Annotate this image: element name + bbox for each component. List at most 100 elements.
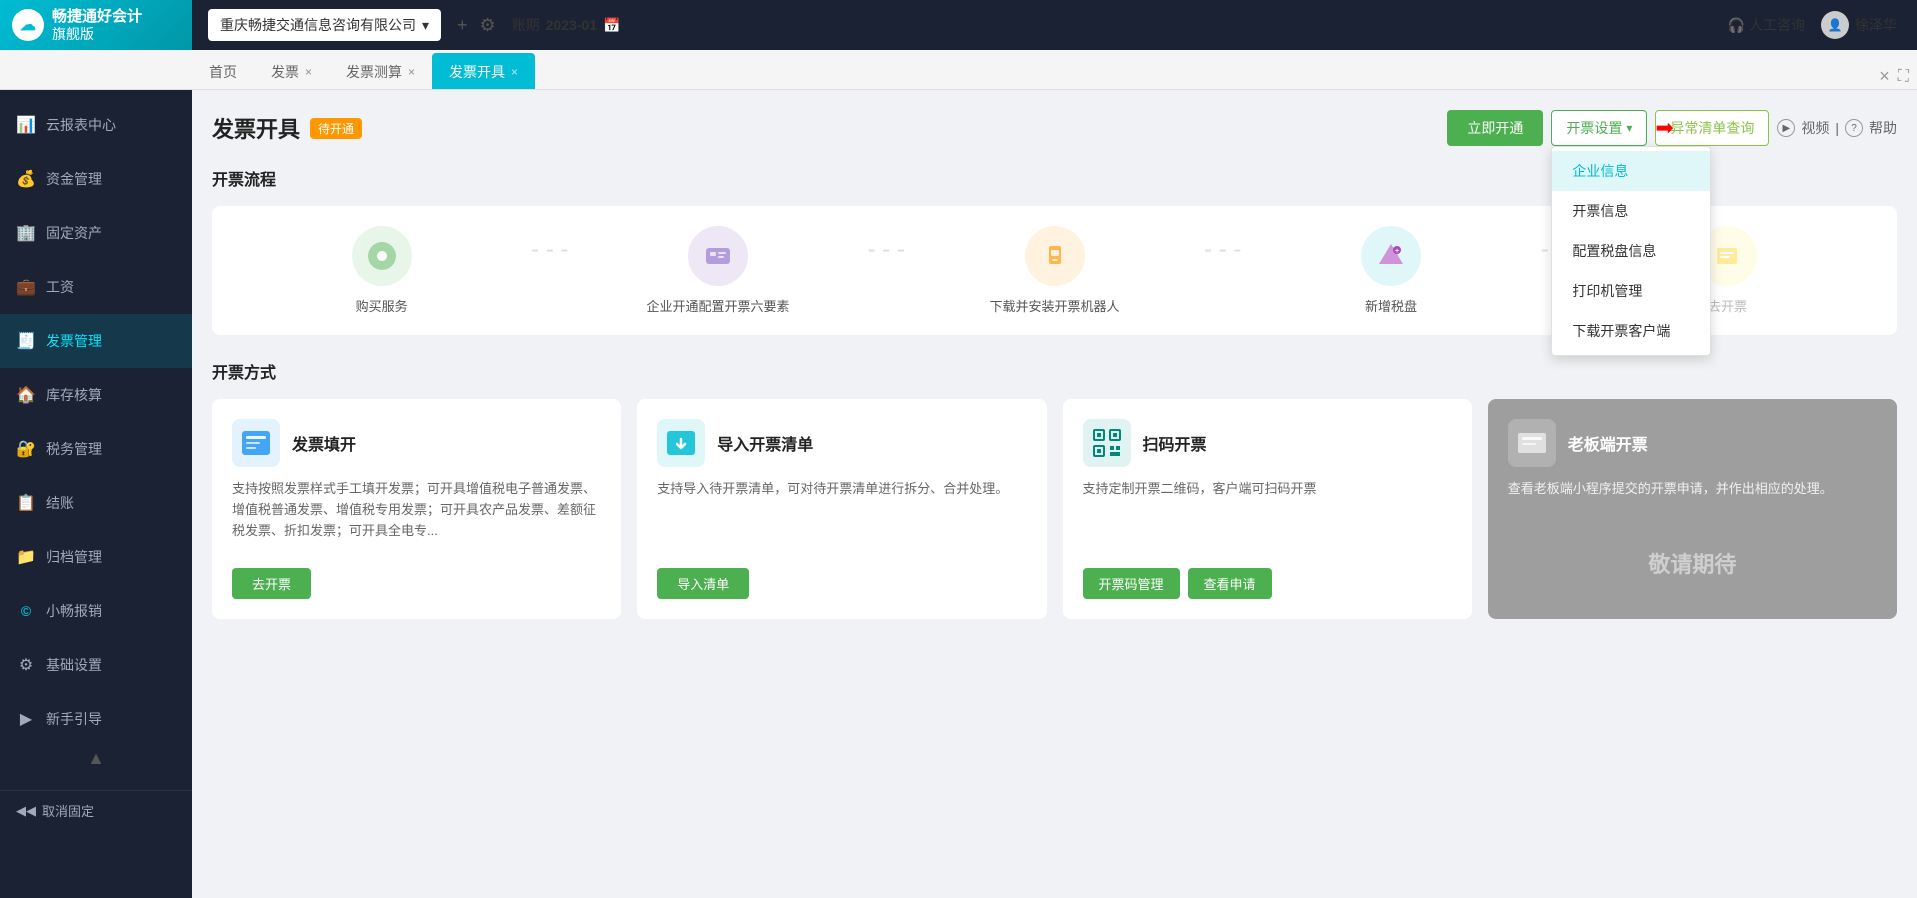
add-icon[interactable]: + — [457, 15, 468, 36]
content-area: 发票开具 待开通 立即开通 开票设置 ▾ 企业信息 — [192, 90, 1917, 898]
billing-methods-section: 开票方式 发票填开 支持按照发票样式手工填开发票；可开具增值税电子普通发票、增值… — [212, 359, 1897, 619]
billing-card-boss: 老板端开票 查看老板端小程序提交的开票申请，并作出相应的处理。 敬请期待 — [1488, 399, 1897, 619]
billing-methods-grid: 发票填开 支持按照发票样式手工填开发票；可开具增值税电子普通发票、增值税普通发票… — [212, 399, 1897, 619]
help-icon[interactable]: ? — [1845, 119, 1863, 137]
sidebar-item-assets[interactable]: 🏢 固定资产 — [0, 206, 192, 260]
tab-invoice-calc[interactable]: 发票测算 × — [329, 53, 432, 89]
tab-invoice[interactable]: 发票 × — [254, 53, 329, 89]
tab-label: 发票测算 — [346, 62, 402, 82]
sidebar-item-reports[interactable]: 📊 云报表中心 — [0, 98, 192, 152]
dropdown-item-company[interactable]: 企业信息 — [1552, 151, 1710, 191]
step-icon-3 — [1025, 226, 1085, 286]
dropdown-item-printer[interactable]: 打印机管理 — [1552, 271, 1710, 311]
user-area[interactable]: 👤 徐泽华 — [1821, 11, 1897, 39]
sidebar-item-expense[interactable]: © 小畅报销 — [0, 584, 192, 638]
card-header: 老板端开票 — [1508, 419, 1877, 467]
help-label[interactable]: 帮助 — [1869, 118, 1897, 138]
sidebar-item-guide[interactable]: ▶ 新手引导 — [0, 692, 192, 746]
card-header: 扫码开票 — [1083, 419, 1452, 467]
video-label[interactable]: 视频 — [1801, 118, 1829, 138]
close-window-icon[interactable]: × — [1879, 66, 1890, 87]
dropdown-item-tax-config[interactable]: 配置税盘信息 — [1552, 231, 1710, 271]
card-header: 导入开票清单 — [657, 419, 1026, 467]
logo-area: ☁ 畅捷通好会计 旗舰版 — [0, 0, 192, 50]
view-apply-button[interactable]: 查看申请 — [1188, 568, 1272, 599]
separator: | — [1835, 120, 1839, 136]
sidebar-item-label: 云报表中心 — [46, 115, 116, 135]
sidebar-item-invoice[interactable]: 🧾 发票管理 — [0, 314, 192, 368]
assets-icon: 🏢 — [16, 223, 36, 243]
billing-methods-title: 开票方式 — [212, 359, 1897, 383]
sidebar-item-salary[interactable]: 💼 工资 — [0, 260, 192, 314]
card-title: 老板端开票 — [1568, 431, 1648, 455]
card-footer: 去开票 — [232, 568, 601, 599]
step-label-2: 企业开通配置开票六要素 — [647, 296, 790, 315]
sidebar-item-funds[interactable]: 💰 资金管理 — [0, 152, 192, 206]
page-header: 发票开具 待开通 立即开通 开票设置 ▾ 企业信息 — [212, 110, 1897, 146]
top-bar: ☁ 畅捷通好会计 旗舰版 重庆畅捷交通信息咨询有限公司 ▾ + ⚙ 账期 202… — [0, 0, 1917, 50]
sidebar-item-label: 税务管理 — [46, 439, 102, 459]
qrcode-manage-button[interactable]: 开票码管理 — [1083, 568, 1180, 599]
card-title: 扫码开票 — [1143, 431, 1207, 455]
settlement-icon: 📋 — [16, 493, 36, 513]
cancel-fixed-button[interactable]: ◀◀ 取消固定 — [0, 790, 192, 830]
reports-icon: 📊 — [16, 115, 36, 135]
close-icon[interactable]: × — [408, 65, 415, 79]
top-bar-content: 重庆畅捷交通信息咨询有限公司 ▾ + ⚙ 账期 2023-01 📅 — [192, 9, 1728, 41]
top-bar-actions: + ⚙ — [457, 15, 496, 36]
dropdown-item-label: 下载开票客户端 — [1572, 323, 1670, 339]
dropdown-item-label: 配置税盘信息 — [1572, 243, 1656, 259]
page-title-area: 发票开具 待开通 — [212, 112, 362, 144]
help-area: ▶ 视频 | ? 帮助 — [1777, 118, 1897, 138]
settings-button[interactable]: 开票设置 ▾ — [1551, 110, 1647, 146]
close-icon[interactable]: × — [305, 65, 312, 79]
tab-bar: 首页 发票 × 发票测算 × 发票开具 × × ⛶ — [0, 50, 1917, 90]
calendar-icon[interactable]: 📅 — [603, 17, 620, 34]
step-icon-1 — [352, 226, 412, 286]
dropdown-item-download-client[interactable]: 下载开票客户端 — [1552, 311, 1710, 351]
card-title: 发票填开 — [292, 431, 356, 455]
settings-icon[interactable]: ⚙ — [480, 15, 496, 36]
card-desc: 支持导入待开票清单，可对待开票清单进行拆分、合并处理。 — [657, 479, 1026, 556]
sidebar-item-label: 归档管理 — [46, 547, 102, 567]
consultant-label: 人工咨询 — [1749, 15, 1805, 35]
sidebar-item-settlement[interactable]: 📋 结账 — [0, 476, 192, 530]
step-label-3: 下载并安装开票机器人 — [990, 296, 1120, 315]
archive-icon: 📁 — [16, 547, 36, 567]
sidebar-item-label: 发票管理 — [46, 331, 102, 351]
sidebar-item-inventory[interactable]: 🏠 库存核算 — [0, 368, 192, 422]
tab-invoice-issue[interactable]: 发票开具 × — [432, 53, 535, 89]
main-layout: 📊 云报表中心 💰 资金管理 🏢 固定资产 💼 工资 🧾 发票管理 🏠 库存核算… — [0, 90, 1917, 898]
avatar: 👤 — [1821, 11, 1849, 39]
close-icon[interactable]: × — [511, 65, 518, 79]
billing-card-manual: 发票填开 支持按照发票样式手工填开发票；可开具增值税电子普通发票、增值税普通发票… — [212, 399, 621, 619]
settings-button-wrapper: 开票设置 ▾ 企业信息 开票信息 配置税盘信息 — [1551, 110, 1647, 146]
connector-3: - - - — [1200, 236, 1245, 264]
go-invoice-button[interactable]: 去开票 — [232, 568, 311, 599]
sidebar-item-tax[interactable]: 🔐 税务管理 — [0, 422, 192, 476]
step-label-4: 新增税盘 — [1365, 296, 1417, 315]
card-icon — [657, 419, 705, 467]
guide-icon: ▶ — [16, 709, 36, 729]
maximize-icon[interactable]: ⛶ — [1898, 68, 1909, 86]
logo-text: 畅捷通好会计 旗舰版 — [52, 8, 142, 43]
flow-step-1: 购买服务 — [236, 226, 527, 315]
logo-icon: ☁ — [12, 9, 44, 41]
chevron-down-icon: ▾ — [422, 17, 429, 34]
play-icon[interactable]: ▶ — [1777, 119, 1795, 137]
card-icon — [232, 419, 280, 467]
card-header: 发票填开 — [232, 419, 601, 467]
header-actions: 立即开通 开票设置 ▾ 企业信息 开票信息 — [1447, 110, 1897, 146]
consultant-button[interactable]: 🎧 人工咨询 — [1728, 15, 1805, 35]
tab-home[interactable]: 首页 — [192, 53, 254, 89]
company-selector[interactable]: 重庆畅捷交通信息咨询有限公司 ▾ — [208, 9, 441, 41]
sidebar-item-archive[interactable]: 📁 归档管理 — [0, 530, 192, 584]
tab-label: 发票 — [271, 62, 299, 82]
dropdown-item-invoice-info[interactable]: 开票信息 — [1552, 191, 1710, 231]
funds-icon: 💰 — [16, 169, 36, 189]
activate-button[interactable]: 立即开通 — [1447, 110, 1543, 146]
scroll-down-arrow[interactable]: ▲ — [87, 748, 105, 769]
sidebar-item-settings[interactable]: ⚙ 基础设置 — [0, 638, 192, 692]
cancel-fixed-label: 取消固定 — [42, 801, 94, 820]
import-list-button[interactable]: 导入清单 — [657, 568, 749, 599]
